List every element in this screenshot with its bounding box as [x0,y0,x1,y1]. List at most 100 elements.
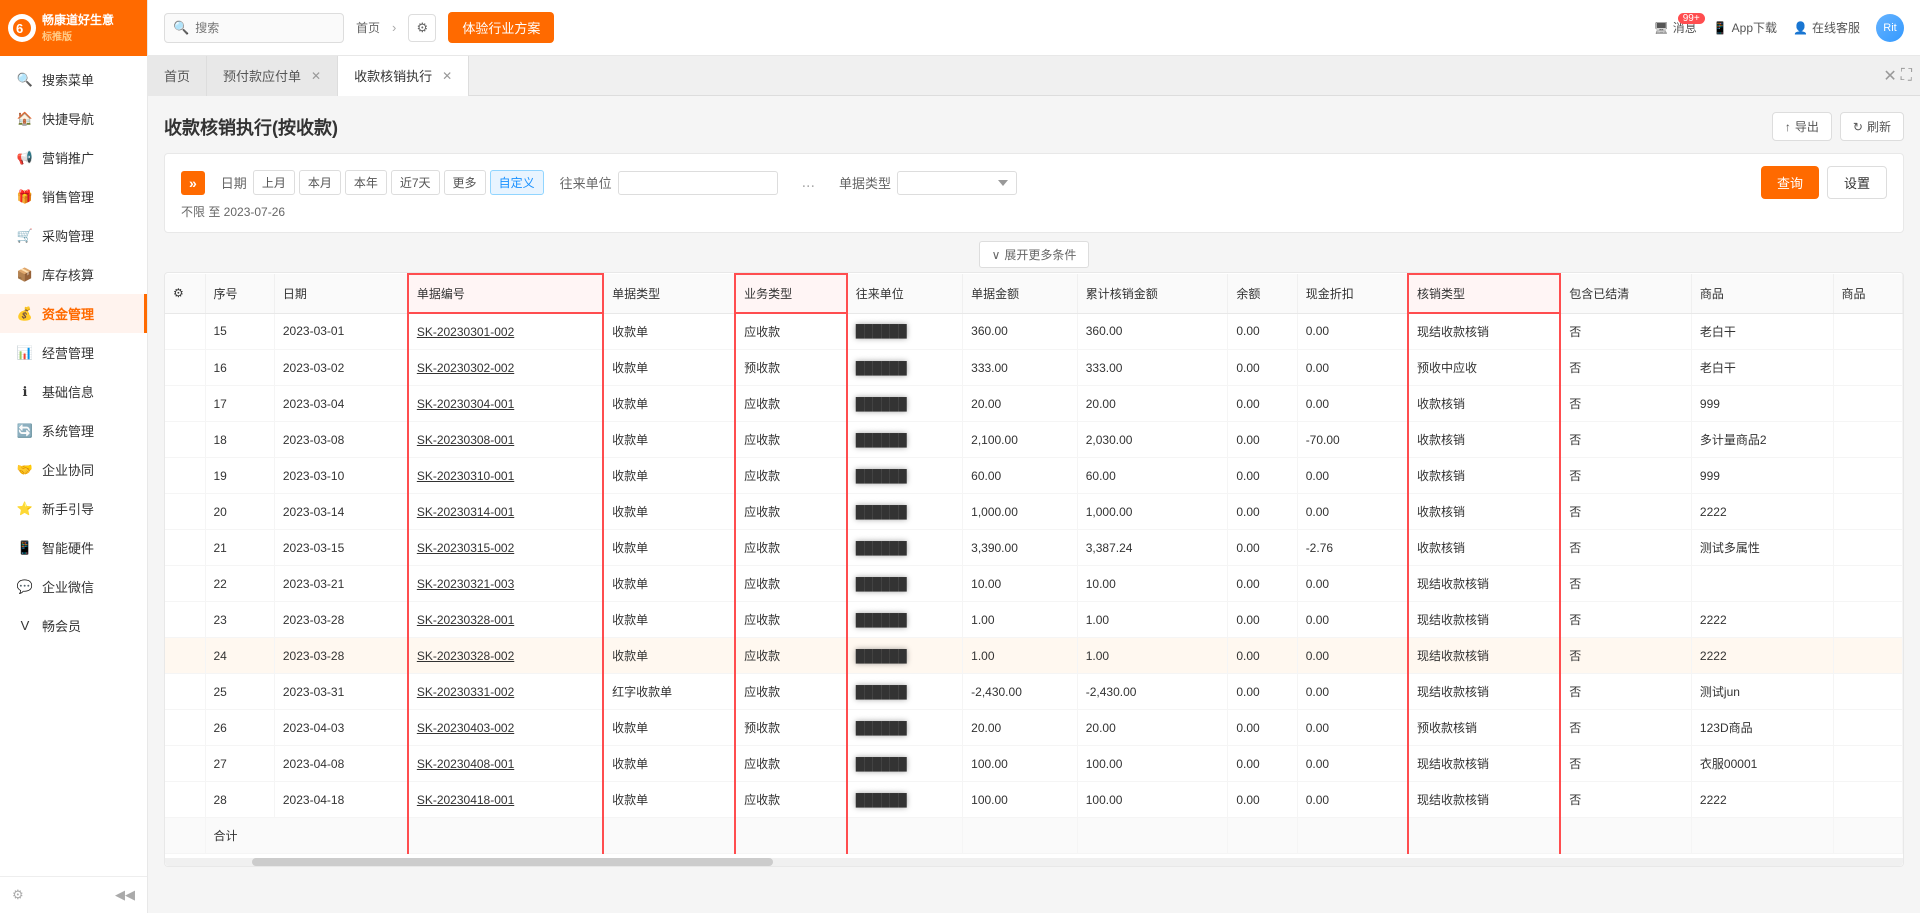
filter-this-year-btn[interactable]: 本年 [345,170,387,195]
cell-voucher-no[interactable]: SK-20230314-001 [408,494,603,530]
tab-close-all-icon[interactable]: ✕ [1883,66,1896,86]
th-cancel-type[interactable]: 核销类型 [1408,274,1560,313]
footer-collapse-icon[interactable]: ◀◀ [115,887,135,903]
sidebar-item-guide[interactable]: ⭐ 新手引导 [0,489,147,528]
topbar-msg-button[interactable]: 🖥 消息 99+ [1653,19,1696,36]
th-date[interactable]: 日期 [274,274,407,313]
cell-voucher-no[interactable]: SK-20230315-002 [408,530,603,566]
tab-receipts[interactable]: 收款核销执行 ✕ [338,56,469,96]
topbar-gear-button[interactable]: ⚙ [408,14,436,42]
settings-button[interactable]: 设置 [1827,166,1887,199]
th-amount[interactable]: 单据金额 [963,274,1078,313]
refresh-button[interactable]: ↻ 刷新 [1840,112,1904,141]
sidebar-item-hardware[interactable]: 📱 智能硬件 [0,528,147,567]
th-total-cancel[interactable]: 累计核销金额 [1077,274,1228,313]
sidebar-item-operation[interactable]: 📊 经营管理 [0,333,147,372]
cell-amount: 2,100.00 [963,422,1078,458]
th-balance[interactable]: 余额 [1228,274,1297,313]
th-include-settled[interactable]: 包含已结清 [1560,274,1691,313]
sidebar-item-coop[interactable]: 🤝 企业协同 [0,450,147,489]
th-voucher-no[interactable]: 单据编号 [408,274,603,313]
cell-amount: 333.00 [963,350,1078,386]
cell-voucher-no[interactable]: SK-20230301-002 [408,313,603,350]
cell-voucher-no[interactable]: SK-20230403-002 [408,710,603,746]
cell-voucher-no[interactable]: SK-20230418-001 [408,782,603,818]
cell-settings [165,386,205,422]
cell-settings [165,674,205,710]
sidebar-item-marketing[interactable]: 📢 营销推广 [0,138,147,177]
export-button[interactable]: ↑ 导出 [1772,112,1832,141]
sidebar-logo: 6 畅康道好生意 标推版 [0,0,147,56]
cell-voucher-no[interactable]: SK-20230302-002 [408,350,603,386]
topbar-search-box[interactable]: 🔍 [164,13,344,43]
cell-date: 2023-03-10 [274,458,407,494]
cell-cancel-type: 收款核销 [1408,494,1560,530]
th-cash-discount[interactable]: 现金折扣 [1297,274,1408,313]
logo-name: 畅康道好生意 [42,13,114,29]
cell-goods2 [1833,674,1903,710]
cell-no: 28 [205,782,274,818]
sidebar-item-member[interactable]: V 畅会员 [0,606,147,645]
topbar-service-button[interactable]: 👤 在线客服 [1793,19,1860,36]
cell-no: 27 [205,746,274,782]
tab-prepay[interactable]: 预付款应付单 ✕ [207,56,338,96]
th-unit[interactable]: 往来单位 [847,274,963,313]
sidebar-item-finance[interactable]: 💰 资金管理 [0,294,147,333]
cell-voucher-no[interactable]: SK-20230408-001 [408,746,603,782]
sidebar-item-wechat[interactable]: 💬 企业微信 [0,567,147,606]
th-biz-type[interactable]: 业务类型 [735,274,847,313]
cell-voucher-no[interactable]: SK-20230310-001 [408,458,603,494]
cell-goods: 测试jun [1691,674,1833,710]
topbar-search-input[interactable] [195,21,315,35]
handshake-icon: 🤝 [16,461,34,479]
filter-row-2: 不限 至 2023-07-26 [181,203,1887,220]
table-row: 262023-04-03SK-20230403-002收款单预收款██████2… [165,710,1903,746]
footer-settings-icon[interactable]: ⚙ [12,887,24,903]
filter-7days-btn[interactable]: 近7天 [391,170,440,195]
topbar-app-button[interactable]: 📱 App下载 [1713,19,1777,36]
query-button[interactable]: 查询 [1761,166,1819,199]
cell-total-cancel: 20.00 [1077,710,1228,746]
cell-voucher-no[interactable]: SK-20230328-002 [408,638,603,674]
cell-no: 22 [205,566,274,602]
cell-voucher-type: 收款单 [603,638,735,674]
filter-more-btn[interactable]: 更多 [444,170,486,195]
cell-voucher-no[interactable]: SK-20230321-003 [408,566,603,602]
filter-last-month-btn[interactable]: 上月 [253,170,295,195]
cell-voucher-no[interactable]: SK-20230331-002 [408,674,603,710]
sidebar-item-sales[interactable]: 🎁 销售管理 [0,177,147,216]
filter-custom-btn[interactable]: 自定义 [490,170,544,195]
th-goods2[interactable]: 商品 [1833,274,1903,313]
logo-icon: 6 [8,14,36,42]
tab-prepay-close[interactable]: ✕ [311,69,321,83]
filter-this-month-btn[interactable]: 本月 [299,170,341,195]
cell-voucher-type: 收款单 [603,530,735,566]
cell-cash-discount: 0.00 [1297,313,1408,350]
tab-expand-icon[interactable]: ⛶ [1901,67,1912,85]
th-goods[interactable]: 商品 [1691,274,1833,313]
expand-conditions-btn[interactable]: ∨ 展开更多条件 [979,241,1090,268]
sidebar-item-inventory[interactable]: 📦 库存核算 [0,255,147,294]
cell-cancel-type: 预收中应收 [1408,350,1560,386]
table-scrollbar[interactable] [165,858,1903,866]
filter-expand-arrow[interactable]: » [181,171,205,195]
cell-voucher-no[interactable]: SK-20230328-001 [408,602,603,638]
th-settings[interactable]: ⚙ [165,274,205,313]
user-avatar[interactable]: Rit [1876,14,1904,42]
cell-voucher-no[interactable]: SK-20230304-001 [408,386,603,422]
sidebar-item-system[interactable]: 🔄 系统管理 [0,411,147,450]
th-voucher-type[interactable]: 单据类型 [603,274,735,313]
cell-include-settled: 否 [1560,710,1691,746]
sidebar-item-purchase[interactable]: 🛒 采购管理 [0,216,147,255]
filter-voucher-type-select[interactable] [897,171,1017,195]
sync-icon: 🔄 [16,422,34,440]
tab-home[interactable]: 首页 [148,56,207,96]
sidebar-item-basic[interactable]: ℹ 基础信息 [0,372,147,411]
tab-receipts-close[interactable]: ✕ [442,69,452,83]
cell-voucher-no[interactable]: SK-20230308-001 [408,422,603,458]
sidebar-item-search[interactable]: 🔍 搜索菜单 [0,60,147,99]
sidebar-item-quick[interactable]: 🏠 快捷导航 [0,99,147,138]
cell-no: 23 [205,602,274,638]
industry-solution-button[interactable]: 体验行业方案 [448,12,554,43]
filter-unit-input[interactable] [618,171,778,195]
